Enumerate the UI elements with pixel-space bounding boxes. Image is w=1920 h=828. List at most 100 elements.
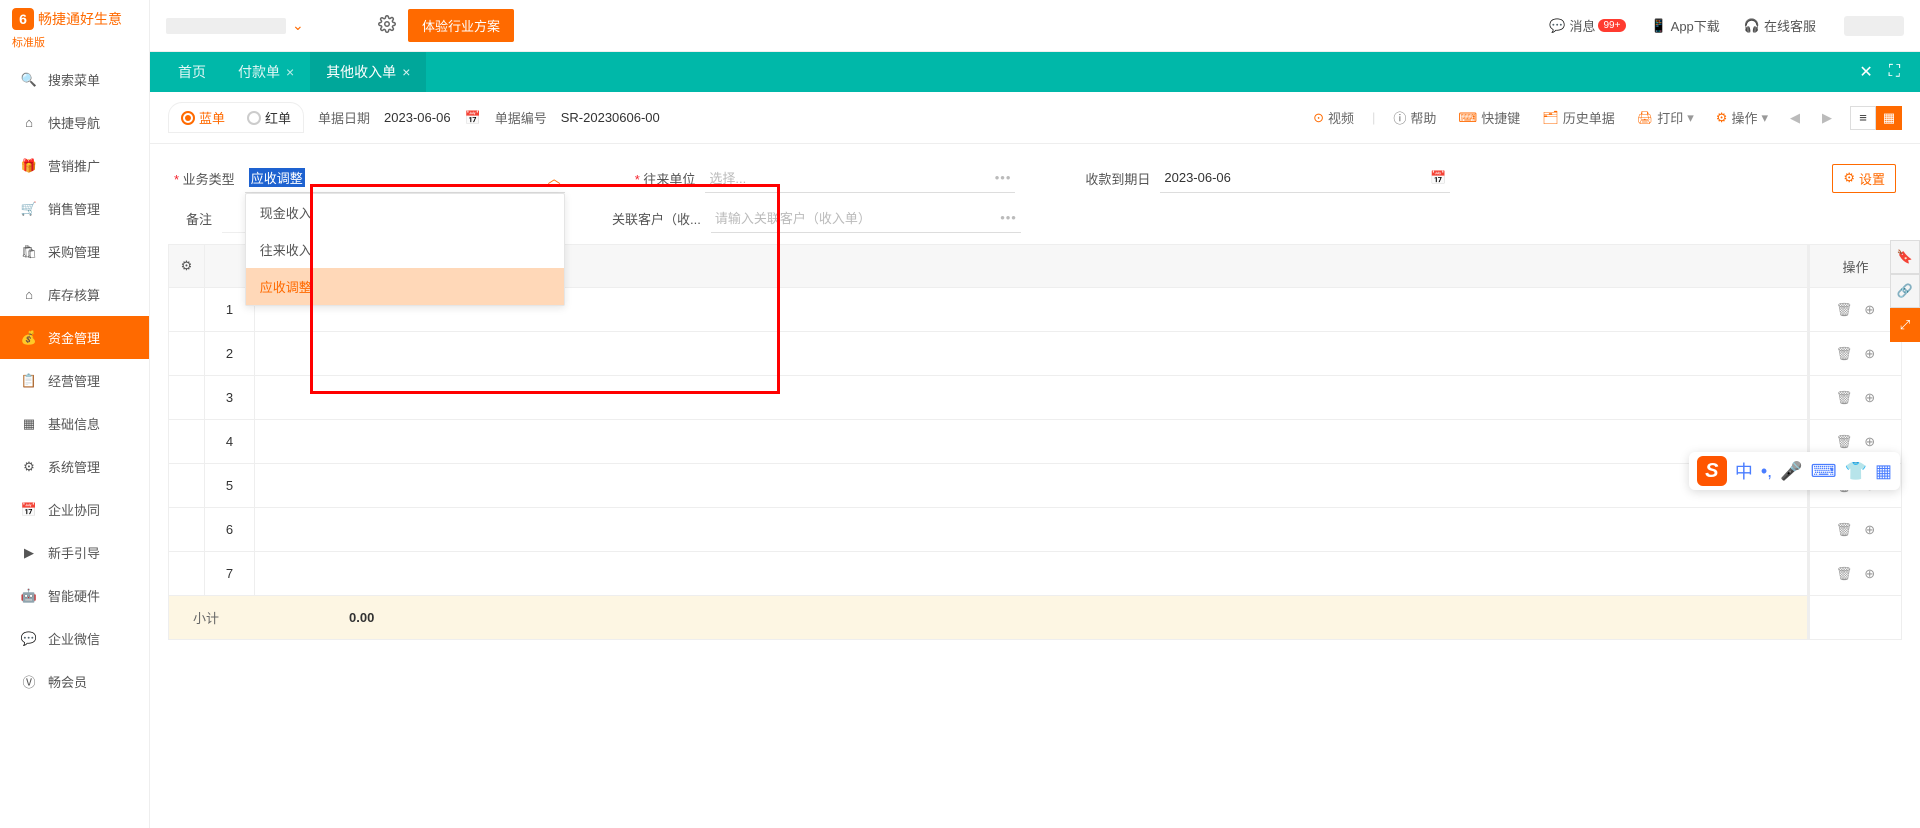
calendar-icon[interactable]: 📅 [465,110,481,126]
copy-icon[interactable]: ⊕ [1864,302,1875,318]
sidebar-item-settings[interactable]: ⚙ 系统管理 [0,445,149,488]
sidebar-item-wallet[interactable]: 💰资金管理 [0,316,149,359]
sidebar-item-home[interactable]: ⌂快捷导航 [0,101,149,144]
table-row[interactable]: 2 [168,332,1808,376]
help-link[interactable]: ⓘ帮助 [1389,108,1440,127]
sidebar-item-doc[interactable]: 📋经营管理 [0,359,149,402]
sidebar-item-wechat[interactable]: 💬企业微信 [0,617,149,660]
shortcut-link[interactable]: ⌨快捷键 [1454,108,1524,127]
sidebar-item-robot[interactable]: 🤖智能硬件 [0,574,149,617]
copy-icon[interactable]: ⊕ [1864,390,1875,406]
view-toggle: ≡ ▦ [1850,106,1902,130]
table-row[interactable]: 6 [168,508,1808,552]
sidebar-item-label: 营销推广 [48,156,100,175]
tab-strip: 首页付款单×其他收入单× ✕ ⛶ [150,52,1920,92]
close-all-icon[interactable]: ✕ [1851,62,1880,82]
support-link[interactable]: 🎧 在线客服 [1738,16,1822,35]
copy-icon[interactable]: ⊕ [1864,434,1875,450]
delete-icon[interactable]: 🗑 [1836,434,1853,450]
date-value[interactable]: 2023-06-06 [384,110,451,125]
delete-icon[interactable]: 🗑 [1836,346,1853,362]
row-number: 5 [205,464,255,507]
sidebar: 6 畅捷通好生意 标准版 🔍搜索菜单⌂快捷导航🎁营销推广🛒销售管理🛍采购管理⌂库… [0,0,150,828]
ime-apps-icon[interactable]: ▦ [1875,461,1892,482]
duedate-input[interactable]: 2023-06-06 📅 [1160,163,1450,193]
close-icon[interactable]: × [286,64,294,80]
more-icon[interactable]: ••• [995,170,1012,185]
calendar-icon[interactable]: 📅 [1430,170,1446,186]
ime-bar[interactable]: S 中 •, 🎤 ⌨ 👕 ▦ [1689,452,1900,490]
ime-skin-icon[interactable]: 👕 [1845,461,1867,482]
action-link[interactable]: ⚙操作 ▾ [1712,108,1772,127]
sidebar-item-bag[interactable]: 🛍采购管理 [0,230,149,273]
prev-icon[interactable]: ◀ [1786,110,1804,126]
doc-icon: 📋 [20,372,38,390]
app-download-link[interactable]: 📱 App下载 [1644,16,1725,35]
relcust-select[interactable]: 请输入关联客户（收入单） ••• [711,203,1021,233]
biztype-select[interactable]: 应收调整 ︿ [245,163,565,193]
dropdown-option[interactable]: 应收调整 [246,268,564,305]
badge: 99+ [1598,19,1627,32]
ime-keyboard-icon[interactable]: ⌨ [1811,461,1837,482]
delete-icon[interactable]: 🗑 [1836,566,1853,582]
settings-icon: ⚙ [20,458,38,476]
close-icon[interactable]: × [402,64,410,80]
op-row: 🗑⊕ [1809,508,1902,552]
radio-red[interactable]: 红单 [237,105,301,130]
cta-button[interactable]: 体验行业方案 [408,9,514,42]
table-row[interactable]: 7 [168,552,1808,596]
tab-其他收入单[interactable]: 其他收入单× [310,52,426,92]
code-label: 单据编号 [495,108,547,127]
dropdown-option[interactable]: 往来收入 [246,231,564,268]
ime-punct-icon[interactable]: •, [1761,461,1772,482]
column-settings-button[interactable]: ⚙ [169,245,205,287]
op-row: 🗑⊕ [1809,332,1902,376]
op-row: 🗑⊕ [1809,552,1902,596]
sidebar-item-guide[interactable]: ▶新手引导 [0,531,149,574]
sidebar-item-member[interactable]: Ⓥ畅会员 [0,660,149,703]
copy-icon[interactable]: ⊕ [1864,346,1875,362]
next-icon[interactable]: ▶ [1818,110,1836,126]
link-icon[interactable]: 🔗 [1890,274,1920,308]
view-list-button[interactable]: ≡ [1850,106,1876,130]
partner-label: 往来单位 [635,169,696,188]
ime-mic-icon[interactable]: 🎤 [1780,461,1802,482]
print-link[interactable]: 🖨打印 ▾ [1633,108,1698,127]
gear-icon[interactable] [378,15,396,36]
partner-select[interactable]: 选择... ••• [705,163,1015,193]
table-row[interactable]: 5 [168,464,1808,508]
sidebar-item-box[interactable]: ⌂库存核算 [0,273,149,316]
table-row[interactable]: 3 [168,376,1808,420]
search-icon: 🔍 [20,71,38,89]
copy-icon[interactable]: ⊕ [1864,522,1875,538]
radio-blue[interactable]: 蓝单 [171,105,235,130]
sidebar-item-team[interactable]: 📅企业协同 [0,488,149,531]
more-icon[interactable]: ••• [1000,210,1017,225]
sidebar-item-label: 系统管理 [48,457,100,476]
avatar[interactable] [1844,16,1904,36]
delete-icon[interactable]: 🗑 [1836,522,1853,538]
expand-icon[interactable]: ⛶ [1881,63,1908,81]
org-selector[interactable]: ⌄ [166,17,366,34]
history-link[interactable]: 🗂历史单据 [1538,108,1619,127]
ime-lang[interactable]: 中 [1735,458,1753,484]
sidebar-item-gift[interactable]: 🎁营销推广 [0,144,149,187]
video-link[interactable]: ⊙视频 [1309,108,1358,127]
table-row[interactable]: 4 [168,420,1808,464]
sidebar-item-label: 畅会员 [48,672,87,691]
tab-付款单[interactable]: 付款单× [222,52,310,92]
sidebar-item-cart[interactable]: 🛒销售管理 [0,187,149,230]
sidebar-item-search[interactable]: 🔍搜索菜单 [0,58,149,101]
form-header: 蓝单 红单 单据日期 2023-06-06 📅 单据编号 SR-20230606… [150,92,1920,144]
delete-icon[interactable]: 🗑 [1836,302,1853,318]
settings-button[interactable]: ⚙ 设置 [1832,164,1896,193]
delete-icon[interactable]: 🗑 [1836,390,1853,406]
sidebar-item-grid[interactable]: ▦基础信息 [0,402,149,445]
tag-icon[interactable]: 🔖 [1890,240,1920,274]
expand-strip-icon[interactable]: ⤢ [1890,308,1920,342]
dropdown-option[interactable]: 现金收入 [246,194,564,231]
tab-首页[interactable]: 首页 [162,52,222,92]
messages-link[interactable]: 💬 消息 99+ [1543,16,1632,35]
view-grid-button[interactable]: ▦ [1876,106,1902,130]
copy-icon[interactable]: ⊕ [1864,566,1875,582]
